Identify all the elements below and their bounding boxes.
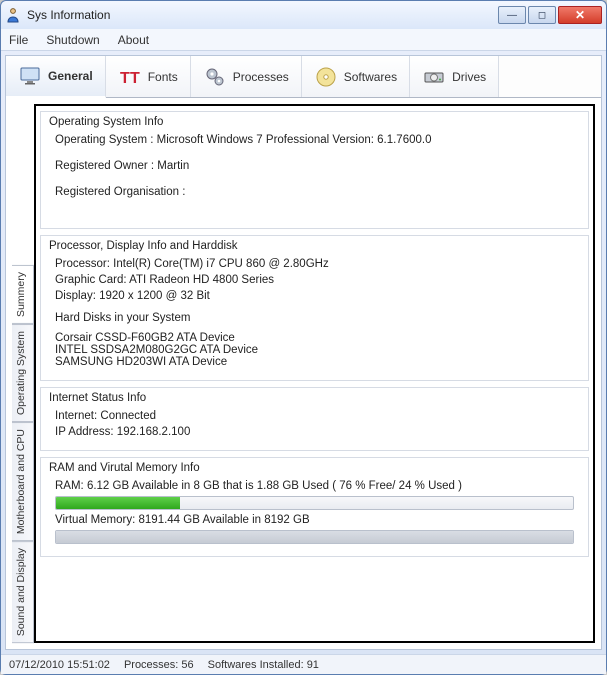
- tab-label: Softwares: [344, 70, 397, 84]
- minimize-button[interactable]: —: [498, 6, 526, 24]
- group-title: Internet Status Info: [49, 392, 580, 404]
- menu-about[interactable]: About: [118, 33, 149, 47]
- ram-progress: [55, 496, 574, 510]
- display-line: Display: 1920 x 1200 @ 32 Bit: [55, 290, 580, 302]
- vertical-tabs: Sound and Display Motherboard and CPU Op…: [12, 104, 34, 643]
- vm-progress: [55, 530, 574, 544]
- tab-general[interactable]: General: [6, 56, 106, 98]
- tab-label: Processes: [233, 70, 289, 84]
- vm-progress-bar: [56, 531, 573, 543]
- tab-drives[interactable]: Drives: [410, 56, 499, 97]
- vm-line: Virtual Memory: 8191.44 GB Available in …: [55, 514, 580, 526]
- hdd-list: Corsair CSSD-F60GB2 ATA Device INTEL SSD…: [55, 332, 580, 368]
- group-os-info: Operating System Info Operating System :…: [40, 111, 589, 229]
- tab-processes[interactable]: Processes: [191, 56, 302, 97]
- tab-strip: General TT Fonts Processes Softwares Dri…: [6, 56, 601, 98]
- fonts-icon: TT: [118, 65, 142, 89]
- group-title: Processor, Display Info and Harddisk: [49, 240, 580, 252]
- ram-progress-bar: [56, 497, 180, 509]
- status-datetime: 07/12/2010 15:51:02: [9, 659, 110, 671]
- internet-status-line: Internet: Connected: [55, 410, 580, 422]
- close-button[interactable]: ✕: [558, 6, 602, 24]
- menubar: File Shutdown About: [1, 29, 606, 51]
- tab-fonts[interactable]: TT Fonts: [106, 56, 191, 97]
- window-controls: — ◻ ✕: [498, 6, 602, 24]
- hdd-header: Hard Disks in your System: [55, 312, 580, 324]
- maximize-button[interactable]: ◻: [528, 6, 556, 24]
- tab-softwares[interactable]: Softwares: [302, 56, 410, 97]
- menu-shutdown[interactable]: Shutdown: [46, 33, 99, 47]
- window-title: Sys Information: [27, 8, 498, 22]
- status-bar: 07/12/2010 15:51:02 Processes: 56 Softwa…: [1, 654, 606, 674]
- tab-label: Fonts: [148, 70, 178, 84]
- group-ram-info: RAM and Virutal Memory Info RAM: 6.12 GB…: [40, 457, 589, 557]
- owner-line: Registered Owner : Martin: [55, 160, 580, 172]
- app-icon: [5, 7, 21, 23]
- group-hardware-info: Processor, Display Info and Harddisk Pro…: [40, 235, 589, 381]
- monitor-icon: [18, 64, 42, 88]
- gears-icon: [203, 65, 227, 89]
- menu-file[interactable]: File: [9, 33, 28, 47]
- svg-text:T: T: [130, 70, 140, 87]
- ram-line: RAM: 6.12 GB Available in 8 GB that is 1…: [55, 480, 580, 492]
- group-internet-info: Internet Status Info Internet: Connected…: [40, 387, 589, 451]
- vtab-summery[interactable]: Summery: [12, 265, 34, 324]
- content-area: General TT Fonts Processes Softwares Dri…: [5, 55, 602, 650]
- os-line: Operating System : Microsoft Windows 7 P…: [55, 134, 580, 146]
- titlebar[interactable]: Sys Information — ◻ ✕: [1, 1, 606, 29]
- drive-icon: [422, 65, 446, 89]
- group-title: RAM and Virutal Memory Info: [49, 462, 580, 474]
- vtab-motherboard-cpu[interactable]: Motherboard and CPU: [12, 422, 34, 541]
- vtab-operating-system[interactable]: Operating System: [12, 324, 34, 422]
- app-window: Sys Information — ◻ ✕ File Shutdown Abou…: [0, 0, 607, 675]
- body-area: Sound and Display Motherboard and CPU Op…: [6, 98, 601, 649]
- vtab-sound-display[interactable]: Sound and Display: [12, 541, 34, 643]
- org-line: Registered Organisation :: [55, 186, 580, 198]
- status-softwares: Softwares Installed: 91: [208, 659, 319, 671]
- disc-icon: [314, 65, 338, 89]
- info-panel: Operating System Info Operating System :…: [34, 104, 595, 643]
- tab-label: Drives: [452, 70, 486, 84]
- ip-line: IP Address: 192.168.2.100: [55, 426, 580, 438]
- cpu-line: Processor: Intel(R) Core(TM) i7 CPU 860 …: [55, 258, 580, 270]
- status-processes: Processes: 56: [124, 659, 194, 671]
- gpu-line: Graphic Card: ATI Radeon HD 4800 Series: [55, 274, 580, 286]
- svg-text:T: T: [120, 70, 130, 87]
- tab-label: General: [48, 69, 93, 83]
- group-title: Operating System Info: [49, 116, 580, 128]
